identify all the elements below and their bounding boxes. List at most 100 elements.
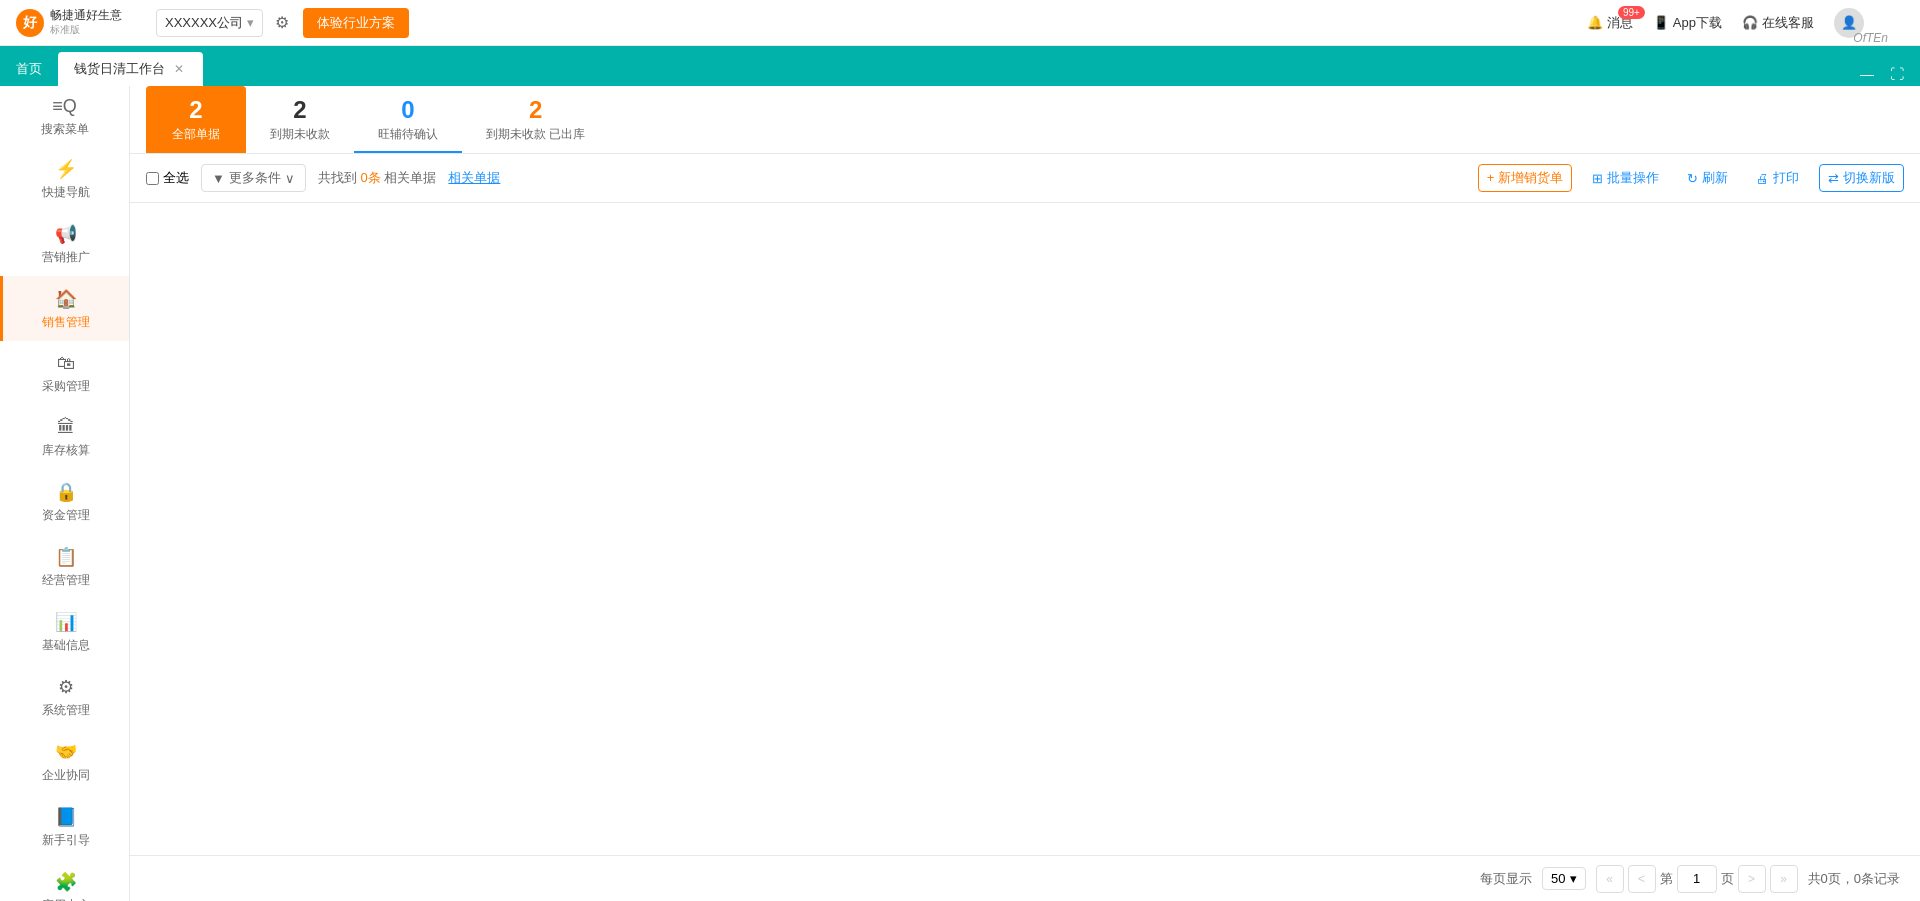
sidebar-item-label: 系统管理: [42, 702, 90, 719]
sidebar-item-quick-nav[interactable]: ⚡ 快捷导航: [0, 146, 129, 211]
refresh-button[interactable]: ↻ 刷新: [1679, 165, 1736, 191]
sidebar: ≡Q 搜索菜单 ⚡ 快捷导航 📢 营销推广 🏠 销售管理 🛍 采购管理 🏛 库存…: [0, 86, 130, 901]
tab-minimize-icon[interactable]: —: [1856, 62, 1878, 86]
page-size-chevron: ▾: [1570, 871, 1577, 886]
tab-bar-actions: — ⛶: [1844, 62, 1920, 86]
headset-icon: 🎧: [1742, 15, 1758, 30]
page-size-select[interactable]: 50 ▾: [1542, 867, 1585, 890]
tab-workspace[interactable]: 钱货日清工作台 ✕: [58, 52, 203, 86]
sidebar-item-inventory[interactable]: 🏛 库存核算: [0, 405, 129, 469]
select-all-checkbox[interactable]: 全选: [146, 169, 189, 187]
last-page-button[interactable]: »: [1770, 865, 1798, 893]
chevron-down-icon: ▾: [247, 15, 254, 30]
print-button[interactable]: 🖨 打印: [1748, 165, 1807, 191]
stat-tab-all[interactable]: 2 全部单据: [146, 86, 246, 153]
next-page-button[interactable]: >: [1738, 865, 1766, 893]
filter-label: 更多条件: [229, 169, 281, 187]
print-icon: 🖨: [1756, 171, 1769, 186]
pagination-bar: 每页显示 50 ▾ « < 第 页 > »: [130, 855, 1920, 901]
tab-expand-icon[interactable]: ⛶: [1886, 62, 1908, 86]
user-icon: 👤: [1841, 15, 1857, 30]
check-all-input[interactable]: [146, 172, 159, 185]
refresh-icon: ↻: [1687, 171, 1698, 186]
tab-bar: 首页 钱货日清工作台 ✕ — ⛶: [0, 46, 1920, 86]
stat-tab-overdue[interactable]: 2 到期未收款: [246, 86, 354, 153]
logo-icon: 好: [16, 9, 44, 37]
page-nav: « < 第 页 > »: [1596, 865, 1798, 893]
messages-badge: 99+: [1618, 6, 1645, 19]
page-size-value: 50: [1551, 871, 1565, 886]
online-service-label: 在线客服: [1762, 14, 1814, 32]
app-download-button[interactable]: 📱 App下载: [1653, 14, 1722, 32]
sidebar-item-guide[interactable]: 📘 新手引导: [0, 794, 129, 859]
settings-icon[interactable]: ⚙: [271, 9, 293, 36]
batch-operation-button[interactable]: ⊞ 批量操作: [1584, 165, 1667, 191]
sidebar-item-operation[interactable]: 📋 经营管理: [0, 534, 129, 599]
toolbar: 全选 ▼ 更多条件 ∨ 共找到 0条 相关单据 相关单据 + 新增销货单 ⊞: [130, 154, 1920, 203]
switch-version-button[interactable]: ⇄ 切换新版: [1819, 164, 1904, 192]
sidebar-item-label: 企业协同: [42, 767, 90, 784]
sidebar-item-search-menu[interactable]: ≡Q 搜索菜单: [0, 86, 129, 146]
first-page-button[interactable]: «: [1596, 865, 1624, 893]
header-right: 🔔 消息 99+ 📱 App下载 🎧 在线客服 👤 OfTEn: [1587, 8, 1904, 38]
refresh-label: 刷新: [1702, 169, 1728, 187]
tab-workspace-label: 钱货日清工作台: [74, 60, 165, 78]
stat-tab-overdue-shipped[interactable]: 2 到期未收款 已出库: [462, 86, 609, 153]
sidebar-item-label: 快捷导航: [42, 184, 90, 201]
sidebar-item-marketing[interactable]: 📢 营销推广: [0, 211, 129, 276]
tab-close-icon[interactable]: ✕: [171, 61, 187, 77]
sidebar-item-app-center[interactable]: 🧩 应用中心: [0, 859, 129, 901]
company-name: XXXXXX公司: [165, 14, 243, 32]
page-number-input[interactable]: [1677, 865, 1717, 893]
basic-icon: 📊: [55, 611, 77, 633]
sidebar-item-purchase[interactable]: 🛍 采购管理: [0, 341, 129, 405]
sidebar-item-label: 新手引导: [42, 832, 90, 849]
often-label: OfTEn: [1853, 31, 1888, 45]
sidebar-item-basic[interactable]: 📊 基础信息: [0, 599, 129, 664]
guide-icon: 📘: [55, 806, 77, 828]
market-icon: 📢: [55, 223, 77, 245]
stat-tab-wangpu[interactable]: 0 旺辅待确认: [354, 86, 462, 153]
online-service-button[interactable]: 🎧 在线客服: [1742, 14, 1814, 32]
tab-home-label: 首页: [16, 60, 42, 78]
prev-page-button[interactable]: <: [1628, 865, 1656, 893]
table-area: [130, 203, 1920, 855]
system-icon: ⚙: [58, 676, 74, 698]
toolbar-left: 全选 ▼ 更多条件 ∨ 共找到 0条 相关单据 相关单据: [146, 164, 1466, 192]
found-count: 0条: [361, 170, 381, 185]
tab-home[interactable]: 首页: [0, 52, 58, 86]
sidebar-item-label: 营销推广: [42, 249, 90, 266]
messages-button[interactable]: 🔔 消息 99+: [1587, 14, 1633, 32]
sidebar-item-label: 搜索菜单: [41, 121, 89, 138]
operation-icon: 📋: [55, 546, 77, 568]
toolbar-right: + 新增销货单 ⊞ 批量操作 ↻ 刷新 🖨 打印 ⇄ 切换新版: [1478, 164, 1904, 192]
finance-icon: 🔒: [55, 481, 77, 503]
stat-number-all: 2: [189, 96, 202, 124]
stat-label-overdue-shipped: 到期未收款 已出库: [486, 126, 585, 143]
main-layout: ≡Q 搜索菜单 ⚡ 快捷导航 📢 营销推广 🏠 销售管理 🛍 采购管理 🏛 库存…: [0, 86, 1920, 901]
trial-button[interactable]: 体验行业方案: [303, 8, 409, 38]
switch-icon: ⇄: [1828, 171, 1839, 186]
enterprise-icon: 🤝: [55, 741, 77, 763]
sidebar-item-enterprise[interactable]: 🤝 企业协同: [0, 729, 129, 794]
sidebar-item-label: 销售管理: [42, 314, 90, 331]
purchase-icon: 🛍: [57, 353, 75, 374]
stat-label-overdue: 到期未收款: [270, 126, 330, 143]
add-sales-order-button[interactable]: + 新增销货单: [1478, 164, 1572, 192]
print-label: 打印: [1773, 169, 1799, 187]
logo-text: 畅捷通好生意 标准版: [50, 8, 122, 38]
sidebar-item-sales[interactable]: 🏠 销售管理: [0, 276, 129, 341]
app-download-label: App下载: [1673, 14, 1722, 32]
found-text: 共找到 0条 相关单据: [318, 169, 436, 187]
related-orders-link[interactable]: 相关单据: [448, 169, 500, 187]
content-area: 2 全部单据 2 到期未收款 0 旺辅待确认 2 到期未收款 已出库 全选: [130, 86, 1920, 901]
sidebar-item-finance[interactable]: 🔒 资金管理: [0, 469, 129, 534]
sidebar-item-label: 经营管理: [42, 572, 90, 589]
top-header: 好 畅捷通好生意 标准版 XXXXXX公司 ▾ ⚙ 体验行业方案 🔔 消息 99…: [0, 0, 1920, 46]
sidebar-item-label: 应用中心: [42, 897, 90, 901]
chevron-down-icon: ∨: [285, 171, 295, 186]
sidebar-item-label: 采购管理: [42, 378, 90, 395]
filter-button[interactable]: ▼ 更多条件 ∨: [201, 164, 306, 192]
sidebar-item-system[interactable]: ⚙ 系统管理: [0, 664, 129, 729]
company-selector[interactable]: XXXXXX公司 ▾: [156, 9, 263, 37]
